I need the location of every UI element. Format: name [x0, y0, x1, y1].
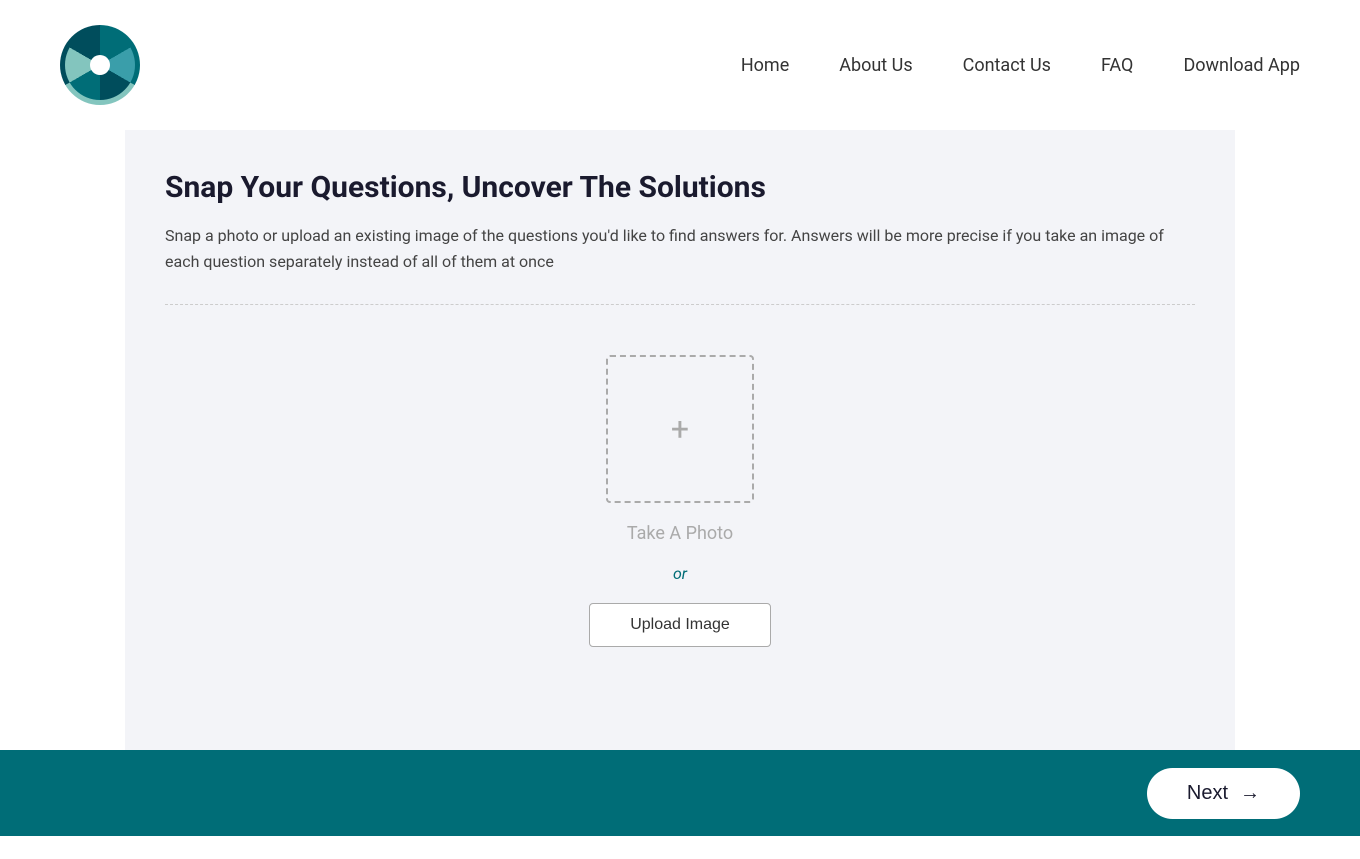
- plus-icon: +: [671, 413, 689, 445]
- footer-bar: Next →: [0, 750, 1360, 836]
- main-content: Snap Your Questions, Uncover The Solutio…: [125, 130, 1235, 750]
- next-button[interactable]: Next →: [1147, 768, 1300, 819]
- next-button-label: Next: [1187, 782, 1228, 805]
- main-nav: Home About Us Contact Us FAQ Download Ap…: [741, 55, 1300, 76]
- take-photo-label: Take A Photo: [627, 523, 733, 544]
- nav-download-app[interactable]: Download App: [1183, 55, 1300, 76]
- page-subtitle: Snap a photo or upload an existing image…: [165, 223, 1195, 274]
- logo[interactable]: [60, 25, 140, 105]
- header: Home About Us Contact Us FAQ Download Ap…: [0, 0, 1360, 130]
- arrow-right-icon: →: [1240, 782, 1260, 805]
- nav-about-us[interactable]: About Us: [839, 55, 912, 76]
- nav-home[interactable]: Home: [741, 55, 789, 76]
- photo-capture-box[interactable]: +: [606, 355, 754, 503]
- upload-image-button[interactable]: Upload Image: [589, 603, 771, 647]
- logo-image: [60, 25, 140, 105]
- upload-section: + Take A Photo or Upload Image: [165, 355, 1195, 647]
- or-label: or: [673, 564, 687, 583]
- nav-contact-us[interactable]: Contact Us: [963, 55, 1051, 76]
- page-title: Snap Your Questions, Uncover The Solutio…: [165, 170, 1195, 205]
- nav-faq[interactable]: FAQ: [1101, 55, 1133, 76]
- logo-inner-circle: [65, 30, 135, 100]
- divider: [165, 304, 1195, 305]
